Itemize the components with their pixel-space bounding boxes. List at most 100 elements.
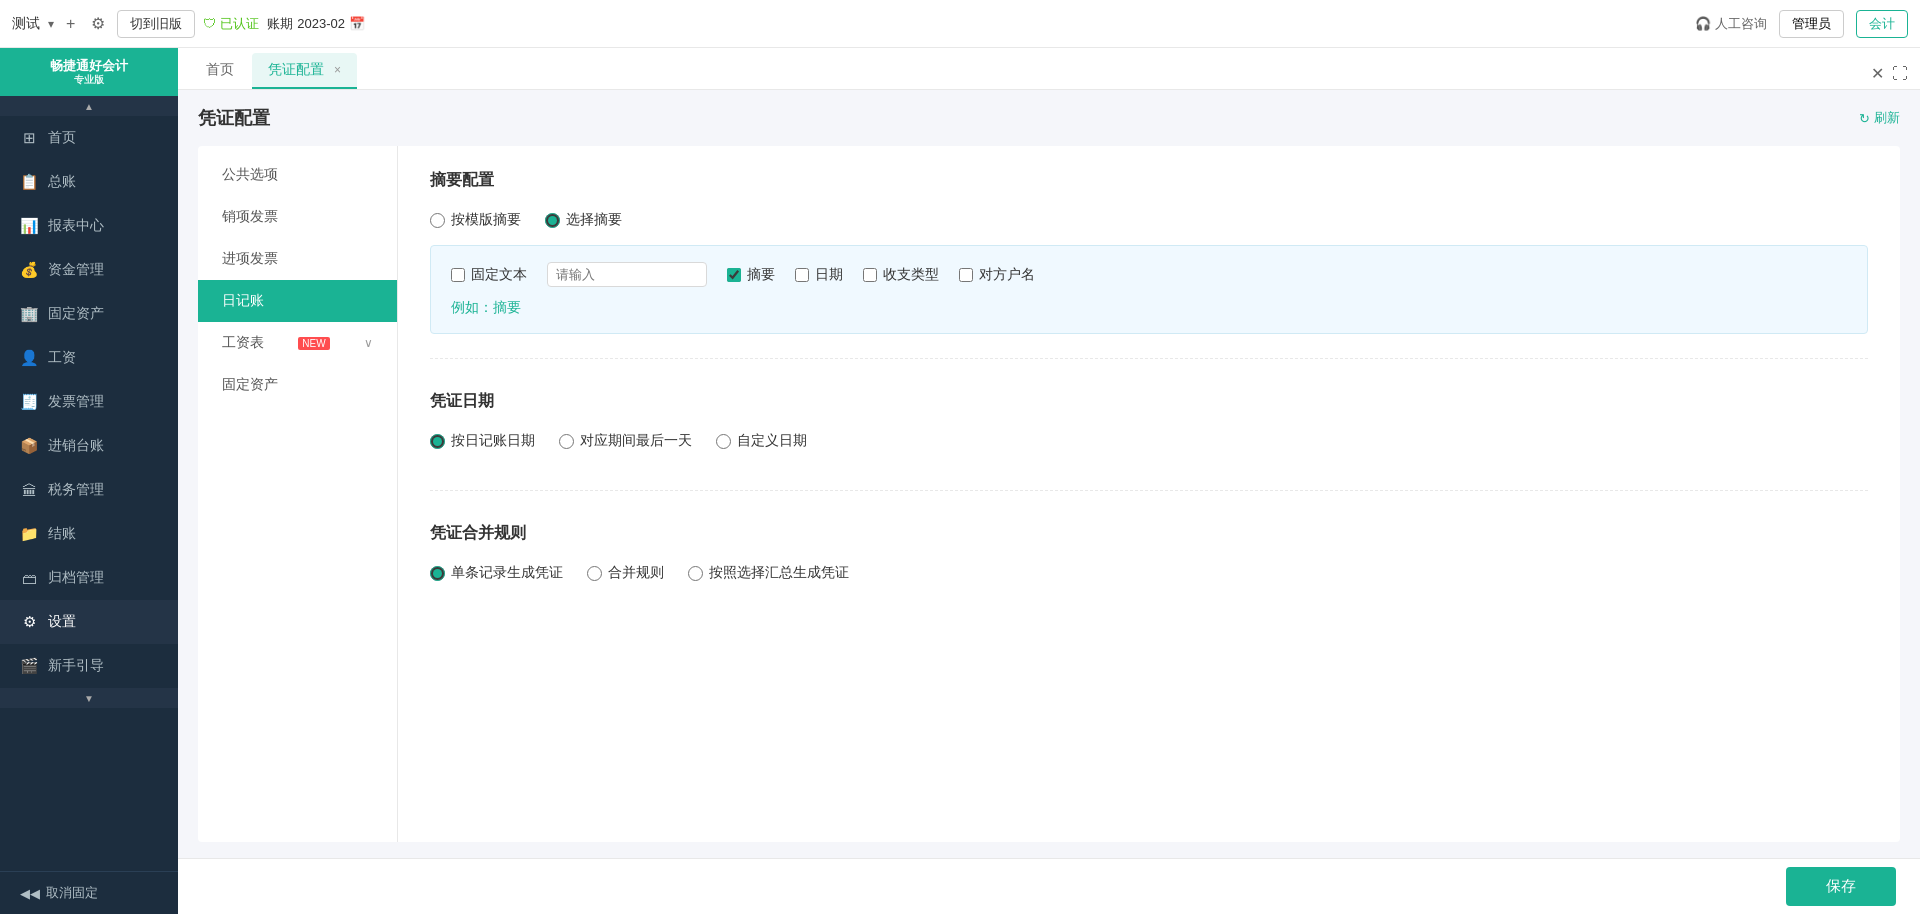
- tab-close-btn[interactable]: ×: [334, 63, 341, 77]
- cancel-fixed-icon: ◀◀: [20, 886, 40, 901]
- sidebar-item-home[interactable]: ⊞ 首页: [0, 116, 178, 160]
- cancel-fixed-btn[interactable]: ◀◀ 取消固定: [0, 872, 178, 914]
- fixed-text-checkbox[interactable]: 固定文本: [451, 266, 527, 284]
- sidebar-item-label: 进销台账: [48, 437, 104, 455]
- consult-btn[interactable]: 🎧 人工咨询: [1695, 15, 1767, 33]
- summary-config-box: 固定文本 摘要 日期: [430, 245, 1868, 334]
- merge-radio-single[interactable]: 单条记录生成凭证: [430, 564, 563, 582]
- company-name: 测试: [12, 15, 40, 33]
- sidebar-bottom: ◀◀ 取消固定: [0, 871, 178, 914]
- sidebar-item-label: 设置: [48, 613, 76, 631]
- settings-btn[interactable]: ⚙: [87, 10, 109, 37]
- sidebar-item-trade[interactable]: 📦 进销台账: [0, 424, 178, 468]
- merge-radio-rule[interactable]: 合并规则: [587, 564, 664, 582]
- sidebar-item-reports[interactable]: 📊 报表中心: [0, 204, 178, 248]
- merge-radio-group: 单条记录生成凭证 合并规则 按照选择汇总生成凭证: [430, 564, 1868, 582]
- close-period-icon: 📁: [20, 525, 38, 543]
- add-btn[interactable]: +: [62, 11, 79, 37]
- new-badge: NEW: [298, 337, 329, 350]
- counterpart-checkbox[interactable]: 对方户名: [959, 266, 1035, 284]
- sidebar-scroll-up[interactable]: ▲: [0, 96, 178, 116]
- expand-icon: ∨: [364, 336, 373, 350]
- refresh-icon: ↻: [1859, 111, 1870, 126]
- sidebar-item-archive[interactable]: 🗃 归档管理: [0, 556, 178, 600]
- home-icon: ⊞: [20, 129, 38, 147]
- cancel-fixed-label: 取消固定: [46, 884, 98, 902]
- sidebar-item-guide[interactable]: 🎬 新手引导: [0, 644, 178, 688]
- summary-checkbox-row: 固定文本 摘要 日期: [451, 262, 1847, 287]
- sidebar-item-label: 税务管理: [48, 481, 104, 499]
- sidebar: 畅捷通好会计 专业版 ▲ ⊞ 首页 📋 总账 📊 报表中心 💰 资金管理 🏢 固…: [0, 48, 178, 914]
- config-nav-purchase-invoice[interactable]: 进项发票: [198, 238, 397, 280]
- save-btn[interactable]: 保存: [1786, 867, 1896, 906]
- sidebar-item-label: 固定资产: [48, 305, 104, 323]
- income-type-checkbox[interactable]: 收支类型: [863, 266, 939, 284]
- sidebar-item-ledger[interactable]: 📋 总账: [0, 160, 178, 204]
- date-radio-custom[interactable]: 自定义日期: [716, 432, 807, 450]
- date-radio-diary[interactable]: 按日记账日期: [430, 432, 535, 450]
- logo-text: 畅捷通好会计: [50, 58, 128, 74]
- sidebar-item-label: 结账: [48, 525, 76, 543]
- config-nav-fixed-assets[interactable]: 固定资产: [198, 364, 397, 406]
- config-nav-diary[interactable]: 日记账: [198, 280, 397, 322]
- manager-btn[interactable]: 管理员: [1779, 10, 1844, 38]
- summary-radio-template[interactable]: 按模版摘要: [430, 211, 521, 229]
- calendar-icon[interactable]: 📅: [349, 16, 365, 31]
- sidebar-item-assets[interactable]: 🏢 固定资产: [0, 292, 178, 336]
- archive-icon: 🗃: [20, 569, 38, 587]
- tab-home[interactable]: 首页: [190, 53, 250, 89]
- sidebar-item-invoice[interactable]: 🧾 发票管理: [0, 380, 178, 424]
- top-bar: 测试 ▾ + ⚙ 切到旧版 🛡 已认证 账期 2023-02 📅 🎧 人工咨询 …: [0, 0, 1920, 48]
- config-nav-sales-invoice[interactable]: 销项发票: [198, 196, 397, 238]
- merge-radio-aggregate[interactable]: 按照选择汇总生成凭证: [688, 564, 849, 582]
- tab-bar-actions: ✕ ⛶: [1871, 64, 1908, 89]
- certified-icon: 🛡: [203, 16, 216, 31]
- sidebar-item-tax[interactable]: 🏛 税务管理: [0, 468, 178, 512]
- config-nav-public[interactable]: 公共选项: [198, 154, 397, 196]
- date-radio-last-day[interactable]: 对应期间最后一天: [559, 432, 692, 450]
- reports-icon: 📊: [20, 217, 38, 235]
- sidebar-item-label: 发票管理: [48, 393, 104, 411]
- summary-checkbox[interactable]: 摘要: [727, 266, 775, 284]
- main-layout: 畅捷通好会计 专业版 ▲ ⊞ 首页 📋 总账 📊 报表中心 💰 资金管理 🏢 固…: [0, 48, 1920, 914]
- funds-icon: 💰: [20, 261, 38, 279]
- merge-section: 凭证合并规则 单条记录生成凭证 合并规则: [430, 523, 1868, 622]
- fixed-text-input[interactable]: [547, 262, 707, 287]
- logo-sub: 专业版: [50, 74, 128, 86]
- company-dropdown-btn[interactable]: ▾: [48, 17, 54, 31]
- sidebar-logo: 畅捷通好会计 专业版: [0, 48, 178, 96]
- summary-radio-select[interactable]: 选择摘要: [545, 211, 622, 229]
- refresh-btn[interactable]: ↻ 刷新: [1859, 109, 1900, 127]
- tab-close-window-btn[interactable]: ✕: [1871, 64, 1884, 83]
- settings-icon: ⚙: [20, 613, 38, 631]
- certified-label: 已认证: [220, 15, 259, 33]
- date-radio-group: 按日记账日期 对应期间最后一天 自定义日期: [430, 432, 1868, 450]
- page-title-row: 凭证配置 ↻ 刷新: [198, 106, 1900, 130]
- sidebar-item-payroll[interactable]: 👤 工资: [0, 336, 178, 380]
- top-bar-right: 🎧 人工咨询 管理员 会计: [1695, 10, 1908, 38]
- sidebar-item-settings[interactable]: ⚙ 设置: [0, 600, 178, 644]
- tab-expand-btn[interactable]: ⛶: [1892, 65, 1908, 83]
- refresh-label: 刷新: [1874, 109, 1900, 127]
- guide-icon: 🎬: [20, 657, 38, 675]
- accountant-btn[interactable]: 会计: [1856, 10, 1908, 38]
- sidebar-scroll-down[interactable]: ▼: [0, 688, 178, 708]
- sidebar-item-funds[interactable]: 💰 资金管理: [0, 248, 178, 292]
- assets-icon: 🏢: [20, 305, 38, 323]
- tax-icon: 🏛: [20, 481, 38, 499]
- period-value: 2023-02: [297, 16, 345, 31]
- config-nav-payroll-table[interactable]: 工资表 NEW ∨: [198, 322, 397, 364]
- page-footer: 保存: [178, 858, 1920, 914]
- config-main: 摘要配置 按模版摘要 选择摘要: [398, 146, 1900, 842]
- sidebar-item-label: 归档管理: [48, 569, 104, 587]
- sidebar-item-close[interactable]: 📁 结账: [0, 512, 178, 556]
- period-info: 账期 2023-02 📅: [267, 15, 365, 33]
- page-content: 凭证配置 ↻ 刷新 公共选项 销项发票 进项发票: [178, 90, 1920, 858]
- tab-voucher-config[interactable]: 凭证配置 ×: [252, 53, 357, 89]
- sidebar-item-label: 报表中心: [48, 217, 104, 235]
- tab-bar: 首页 凭证配置 × ✕ ⛶: [178, 48, 1920, 90]
- date-checkbox[interactable]: 日期: [795, 266, 843, 284]
- ledger-icon: 📋: [20, 173, 38, 191]
- switch-old-btn[interactable]: 切到旧版: [117, 10, 195, 38]
- config-layout: 公共选项 销项发票 进项发票 日记账 工资表 NEW: [198, 146, 1900, 842]
